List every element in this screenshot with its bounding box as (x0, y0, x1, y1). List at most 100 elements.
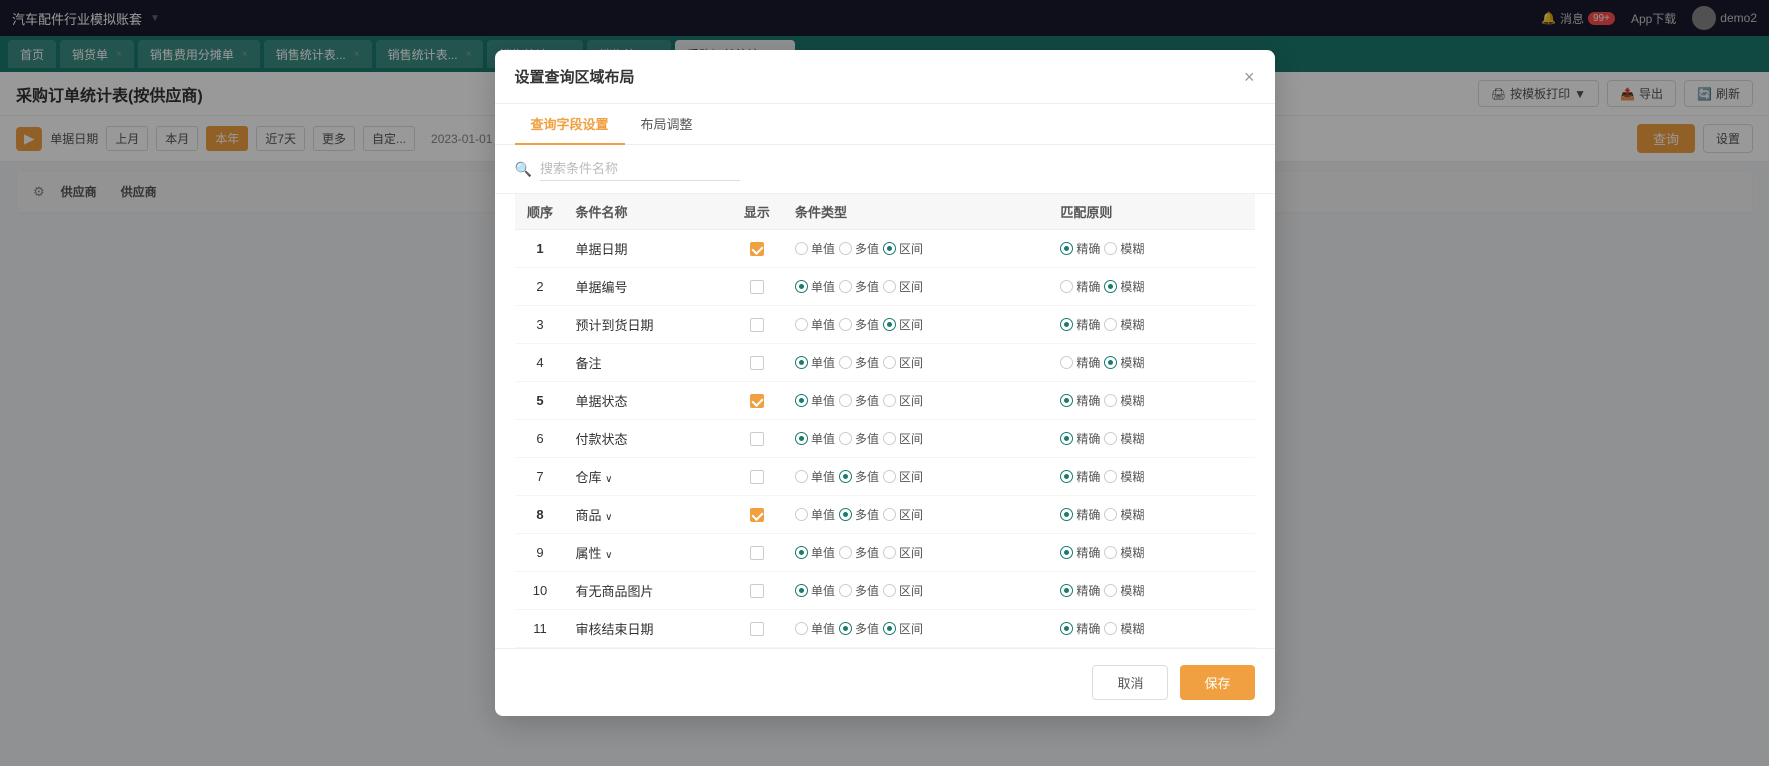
type-radio-single[interactable]: 单值 (795, 278, 835, 295)
radio-match-exact-label: 精确 (1076, 354, 1100, 371)
match-radio-exact[interactable]: 精确 (1060, 278, 1100, 295)
type-radio-range[interactable]: 区间 (883, 506, 923, 523)
type-radio-single[interactable]: 单值 (795, 316, 835, 333)
match-radio-exact[interactable]: 精确 (1060, 582, 1100, 599)
match-radio-exact[interactable]: 精确 (1060, 430, 1100, 447)
type-radio-multi[interactable]: 多值 (839, 278, 879, 295)
type-radio-range[interactable]: 区间 (883, 620, 923, 637)
radio-single-label: 单值 (811, 240, 835, 257)
cancel-button[interactable]: 取消 (1092, 665, 1168, 700)
display-checkbox[interactable] (750, 318, 764, 332)
search-input[interactable] (540, 157, 740, 181)
match-radio-exact[interactable]: 精确 (1060, 506, 1100, 523)
match-radio-exact[interactable]: 精确 (1060, 468, 1100, 485)
match-radio-fuzzy[interactable]: 模糊 (1104, 506, 1144, 523)
match-radio-exact[interactable]: 精确 (1060, 392, 1100, 409)
display-checkbox[interactable] (750, 622, 764, 636)
match-radio-fuzzy[interactable]: 模糊 (1104, 392, 1144, 409)
display-checkbox[interactable] (750, 546, 764, 560)
display-checkbox[interactable] (750, 394, 764, 408)
display-checkbox[interactable] (750, 508, 764, 522)
match-radio-fuzzy[interactable]: 模糊 (1104, 544, 1144, 561)
match-radio-fuzzy[interactable]: 模糊 (1104, 430, 1144, 447)
cell-order: 8 (515, 496, 566, 534)
cell-display (729, 572, 785, 610)
type-radio-single[interactable]: 单值 (795, 582, 835, 599)
match-radio-fuzzy[interactable]: 模糊 (1104, 468, 1144, 485)
radio-range-label: 区间 (899, 240, 923, 257)
type-radio-range[interactable]: 区间 (883, 430, 923, 447)
type-radio-single[interactable]: 单值 (795, 544, 835, 561)
cell-match: 精确模糊 (1050, 344, 1254, 382)
type-radio-multi[interactable]: 多值 (839, 582, 879, 599)
radio-match-fuzzy-indicator (1104, 546, 1117, 559)
type-radio-range[interactable]: 区间 (883, 354, 923, 371)
match-radio-fuzzy[interactable]: 模糊 (1104, 582, 1144, 599)
type-radio-single[interactable]: 单值 (795, 430, 835, 447)
display-checkbox[interactable] (750, 356, 764, 370)
type-radio-single[interactable]: 单值 (795, 620, 835, 637)
type-radio-range[interactable]: 区间 (883, 582, 923, 599)
match-radio-fuzzy[interactable]: 模糊 (1104, 620, 1144, 637)
type-radio-range[interactable]: 区间 (883, 316, 923, 333)
radio-single-indicator (795, 356, 808, 369)
display-checkbox[interactable] (750, 242, 764, 256)
match-radio-fuzzy[interactable]: 模糊 (1104, 240, 1144, 257)
display-checkbox[interactable] (750, 470, 764, 484)
type-radio-range[interactable]: 区间 (883, 240, 923, 257)
type-radio-multi[interactable]: 多值 (839, 240, 879, 257)
type-radio-multi[interactable]: 多值 (839, 392, 879, 409)
display-checkbox[interactable] (750, 432, 764, 446)
type-radio-multi[interactable]: 多值 (839, 354, 879, 371)
radio-multi-label: 多值 (855, 582, 879, 599)
type-radio-single[interactable]: 单值 (795, 240, 835, 257)
display-checkbox[interactable] (750, 584, 764, 598)
type-radio-multi[interactable]: 多值 (839, 316, 879, 333)
match-radio-exact[interactable]: 精确 (1060, 620, 1100, 637)
type-radio-single[interactable]: 单值 (795, 354, 835, 371)
type-radio-multi[interactable]: 多值 (839, 468, 879, 485)
radio-match-fuzzy-indicator (1104, 584, 1117, 597)
radio-single-label: 单值 (811, 278, 835, 295)
match-radio-exact[interactable]: 精确 (1060, 354, 1100, 371)
tab-layout-adjust-label: 布局调整 (641, 117, 693, 132)
save-button[interactable]: 保存 (1180, 665, 1254, 700)
match-radio-exact[interactable]: 精确 (1060, 544, 1100, 561)
cell-name: 审核结束日期 (566, 610, 729, 648)
match-radio-fuzzy[interactable]: 模糊 (1104, 354, 1144, 371)
tab-field-settings[interactable]: 查询字段设置 (515, 104, 625, 145)
tab-layout-adjust[interactable]: 布局调整 (625, 104, 709, 145)
cell-display (729, 230, 785, 268)
match-radio-fuzzy[interactable]: 模糊 (1104, 278, 1144, 295)
type-radio-range[interactable]: 区间 (883, 392, 923, 409)
radio-range-indicator (883, 318, 896, 331)
type-radio-multi[interactable]: 多值 (839, 430, 879, 447)
modal-close-button[interactable]: × (1244, 68, 1255, 86)
condition-dropdown-icon[interactable]: ∨ (605, 550, 612, 561)
cell-display (729, 458, 785, 496)
radio-single-label: 单值 (811, 354, 835, 371)
type-radio-range[interactable]: 区间 (883, 278, 923, 295)
radio-range-indicator (883, 242, 896, 255)
radio-multi-indicator (839, 622, 852, 635)
match-radio-fuzzy[interactable]: 模糊 (1104, 316, 1144, 333)
type-radio-single[interactable]: 单值 (795, 506, 835, 523)
type-radio-range[interactable]: 区间 (883, 544, 923, 561)
type-radio-range[interactable]: 区间 (883, 468, 923, 485)
table-row: 1单据日期单值多值区间精确模糊 (515, 230, 1255, 268)
radio-match-exact-indicator (1060, 242, 1073, 255)
type-radio-multi[interactable]: 多值 (839, 506, 879, 523)
type-radio-single[interactable]: 单值 (795, 392, 835, 409)
condition-dropdown-icon[interactable]: ∨ (605, 512, 612, 523)
match-radio-exact[interactable]: 精确 (1060, 240, 1100, 257)
type-radio-multi[interactable]: 多值 (839, 544, 879, 561)
radio-multi-label: 多值 (855, 544, 879, 561)
radio-single-indicator (795, 584, 808, 597)
radio-multi-indicator (839, 242, 852, 255)
match-radio-exact[interactable]: 精确 (1060, 316, 1100, 333)
type-radio-multi[interactable]: 多值 (839, 620, 879, 637)
condition-dropdown-icon[interactable]: ∨ (605, 474, 612, 485)
modal-header: 设置查询区域布局 × (495, 50, 1275, 104)
type-radio-single[interactable]: 单值 (795, 468, 835, 485)
display-checkbox[interactable] (750, 280, 764, 294)
